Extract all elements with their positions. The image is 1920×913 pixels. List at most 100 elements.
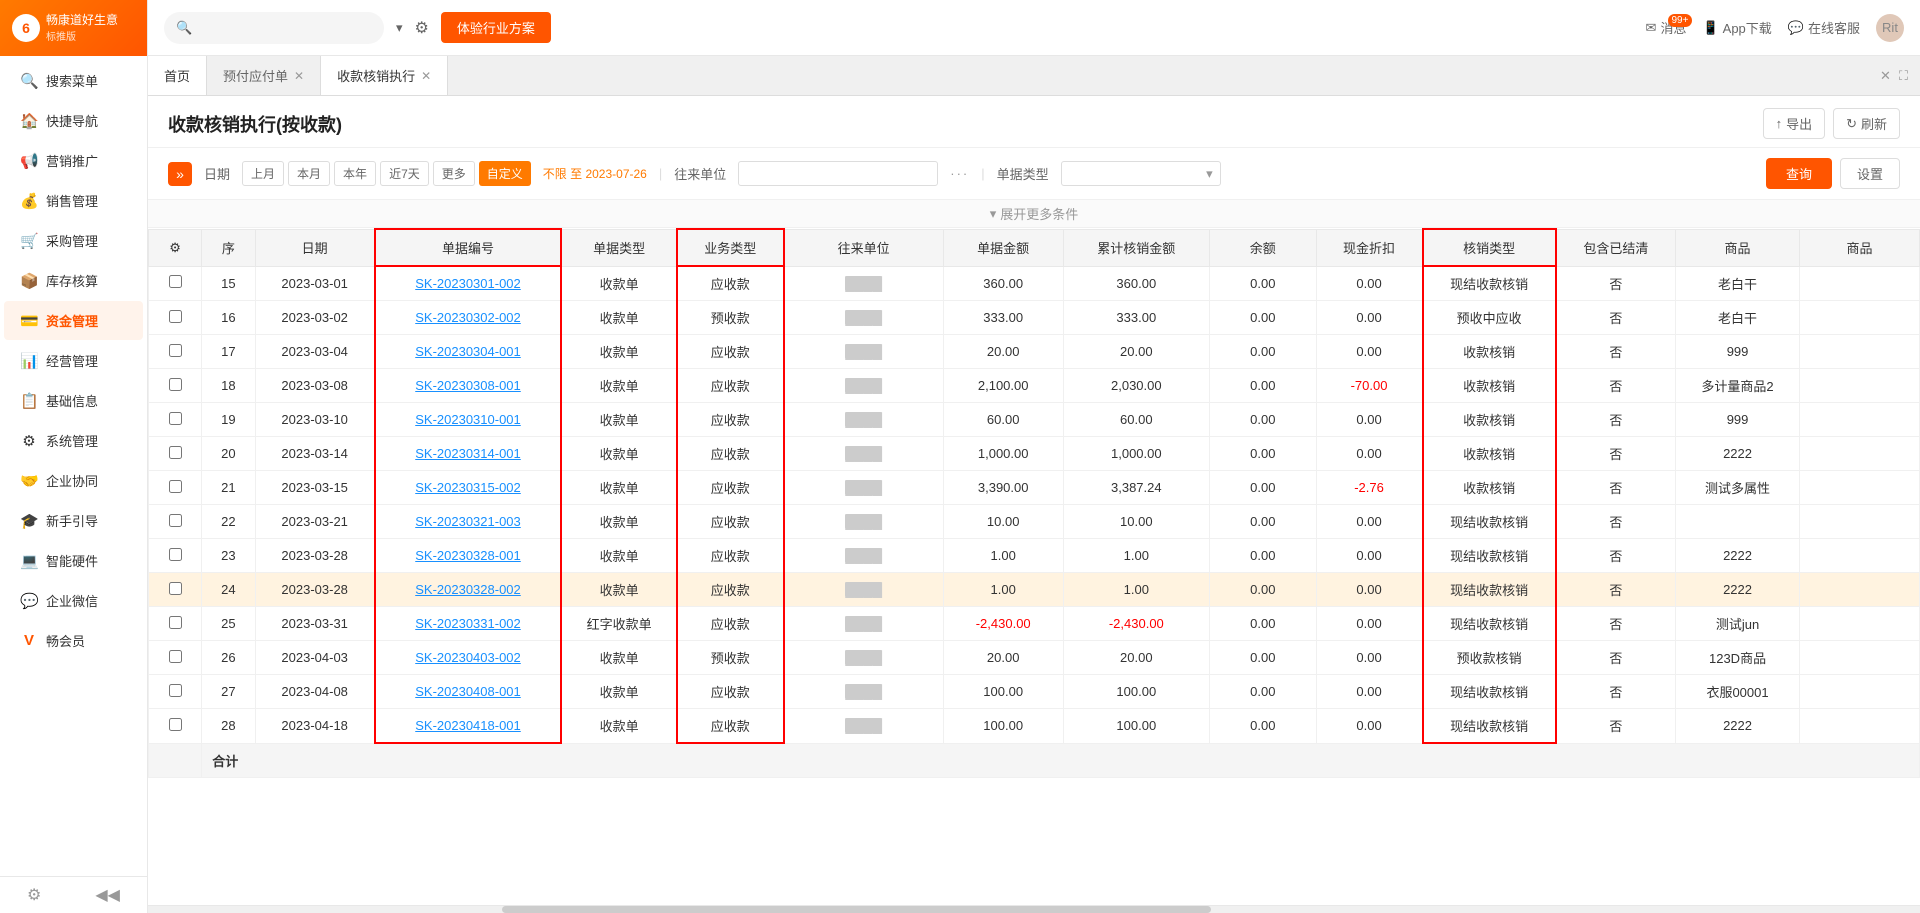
cell-checkbox[interactable] bbox=[149, 335, 202, 369]
cell-checkbox[interactable] bbox=[149, 369, 202, 403]
sidebar-item-basic[interactable]: 📋 基础信息 bbox=[4, 381, 143, 420]
scrollbar-thumb[interactable] bbox=[502, 906, 1211, 913]
sidebar-item-company[interactable]: 🤝 企业协同 bbox=[4, 461, 143, 500]
bill-no-link[interactable]: SK-20230310-001 bbox=[415, 412, 521, 427]
cell-checkbox[interactable] bbox=[149, 301, 202, 335]
date-btn-this-year[interactable]: 本年 bbox=[334, 161, 376, 186]
unit-filter-input[interactable] bbox=[738, 161, 938, 186]
cell-checkbox[interactable] bbox=[149, 505, 202, 539]
bill-no-link[interactable]: SK-20230331-002 bbox=[415, 616, 521, 631]
table-settings-icon[interactable]: ⚙ bbox=[169, 240, 181, 255]
sidebar-item-wechat[interactable]: 💬 企业微信 bbox=[4, 581, 143, 620]
date-btn-last-month[interactable]: 上月 bbox=[242, 161, 284, 186]
cell-checkbox[interactable] bbox=[149, 573, 202, 607]
bill-no-link[interactable]: SK-20230302-002 bbox=[415, 310, 521, 325]
cell-checkbox[interactable] bbox=[149, 471, 202, 505]
cell-checkbox[interactable] bbox=[149, 437, 202, 471]
sidebar-item-operations[interactable]: 📊 经营管理 bbox=[4, 341, 143, 380]
bill-no-link[interactable]: SK-20230328-001 bbox=[415, 548, 521, 563]
cell-discount: 0.00 bbox=[1316, 437, 1423, 471]
table-row[interactable]: 22 2023-03-21 SK-20230321-003 收款单 应收款 ██… bbox=[149, 505, 1920, 539]
table-row[interactable]: 21 2023-03-15 SK-20230315-002 收款单 应收款 ██… bbox=[149, 471, 1920, 505]
col-settings[interactable]: ⚙ bbox=[149, 229, 202, 266]
sidebar-item-sales[interactable]: 💰 销售管理 bbox=[4, 181, 143, 220]
tab-prepay-close[interactable]: ✕ bbox=[294, 69, 304, 83]
cell-checkbox[interactable] bbox=[149, 403, 202, 437]
cell-biz-type: 应收款 bbox=[677, 505, 784, 539]
bill-no-link[interactable]: SK-20230403-002 bbox=[415, 650, 521, 665]
bill-no-link[interactable]: SK-20230408-001 bbox=[415, 684, 521, 699]
table-row[interactable]: 28 2023-04-18 SK-20230418-001 收款单 应收款 ██… bbox=[149, 709, 1920, 744]
sidebar-item-inventory[interactable]: 📦 库存核算 bbox=[4, 261, 143, 300]
table-row[interactable]: 25 2023-03-31 SK-20230331-002 红字收款单 应收款 … bbox=[149, 607, 1920, 641]
bill-no-link[interactable]: SK-20230328-002 bbox=[415, 582, 521, 597]
bill-no-link[interactable]: SK-20230304-001 bbox=[415, 344, 521, 359]
bill-no-link[interactable]: SK-20230301-002 bbox=[415, 276, 521, 291]
table-row[interactable]: 20 2023-03-14 SK-20230314-001 收款单 应收款 ██… bbox=[149, 437, 1920, 471]
topbar-dropdown[interactable]: ▾ bbox=[396, 20, 403, 36]
bill-no-link[interactable]: SK-20230314-001 bbox=[415, 446, 521, 461]
table-row[interactable]: 16 2023-03-02 SK-20230302-002 收款单 预收款 ██… bbox=[149, 301, 1920, 335]
table-row[interactable]: 17 2023-03-04 SK-20230304-001 收款单 应收款 ██… bbox=[149, 335, 1920, 369]
table-row[interactable]: 18 2023-03-08 SK-20230308-001 收款单 应收款 ██… bbox=[149, 369, 1920, 403]
user-avatar[interactable]: Rit bbox=[1876, 14, 1904, 42]
cell-checkbox[interactable] bbox=[149, 539, 202, 573]
table-row[interactable]: 23 2023-03-28 SK-20230328-001 收款单 应收款 ██… bbox=[149, 539, 1920, 573]
date-btn-custom[interactable]: 自定义 bbox=[479, 161, 531, 186]
sidebar-item-finance[interactable]: 💳 资金管理 bbox=[4, 301, 143, 340]
cell-cancel-type: 现结收款核销 bbox=[1423, 675, 1556, 709]
cell-bill-no: SK-20230418-001 bbox=[375, 709, 561, 744]
app-download[interactable]: 📱 App下载 bbox=[1702, 18, 1771, 37]
date-btn-7days[interactable]: 近7天 bbox=[380, 161, 429, 186]
cell-checkbox[interactable] bbox=[149, 607, 202, 641]
sidebar-item-quicknav[interactable]: 🏠 快捷导航 bbox=[4, 101, 143, 140]
settings-button[interactable]: 设置 bbox=[1840, 158, 1900, 189]
tab-receipt[interactable]: 收款核销执行 ✕ bbox=[321, 56, 448, 95]
settings-bottom-icon[interactable]: ⚙ bbox=[27, 885, 41, 905]
sidebar-item-purchase[interactable]: 🛒 采购管理 bbox=[4, 221, 143, 260]
table-row[interactable]: 24 2023-03-28 SK-20230328-002 收款单 应收款 ██… bbox=[149, 573, 1920, 607]
refresh-button[interactable]: ↻ 刷新 bbox=[1833, 108, 1900, 139]
sidebar-item-member[interactable]: V 畅会员 bbox=[4, 621, 143, 660]
tab-prepay[interactable]: 预付应付单 ✕ bbox=[207, 56, 321, 95]
message-badge[interactable]: ✉ 消息 99+ bbox=[1646, 18, 1687, 37]
date-btn-this-month[interactable]: 本月 bbox=[288, 161, 330, 186]
cell-no: 19 bbox=[202, 403, 255, 437]
filter-toggle-button[interactable]: » bbox=[168, 162, 192, 186]
tab-home[interactable]: 首页 bbox=[148, 56, 207, 95]
bill-no-link[interactable]: SK-20230308-001 bbox=[415, 378, 521, 393]
export-button[interactable]: ↑ 导出 bbox=[1763, 108, 1826, 139]
filter-dots: ··· bbox=[950, 166, 969, 181]
bill-no-link[interactable]: SK-20230418-001 bbox=[415, 718, 521, 733]
online-service[interactable]: 💬 在线客服 bbox=[1788, 18, 1860, 37]
sidebar-item-guide[interactable]: 🎓 新手引导 bbox=[4, 501, 143, 540]
sidebar-item-system[interactable]: ⚙ 系统管理 bbox=[4, 421, 143, 460]
expand-bar[interactable]: ▾ 展开更多条件 bbox=[148, 200, 1920, 228]
table-row[interactable]: 15 2023-03-01 SK-20230301-002 收款单 应收款 ██… bbox=[149, 266, 1920, 301]
close-window-icon[interactable]: ✕ bbox=[1880, 68, 1891, 84]
query-button[interactable]: 查询 bbox=[1766, 158, 1832, 189]
sidebar-item-hardware[interactable]: 💻 智能硬件 bbox=[4, 541, 143, 580]
cell-checkbox[interactable] bbox=[149, 641, 202, 675]
type-filter-select[interactable] bbox=[1061, 161, 1221, 186]
table-row[interactable]: 27 2023-04-08 SK-20230408-001 收款单 应收款 ██… bbox=[149, 675, 1920, 709]
cell-checkbox[interactable] bbox=[149, 675, 202, 709]
tab-receipt-close[interactable]: ✕ bbox=[421, 69, 431, 83]
cell-amount: 100.00 bbox=[943, 709, 1063, 744]
topbar-search[interactable]: 🔍 bbox=[164, 12, 384, 44]
sidebar-item-search[interactable]: 🔍 搜索菜单 bbox=[4, 61, 143, 100]
cell-checkbox[interactable] bbox=[149, 709, 202, 744]
table-row[interactable]: 19 2023-03-10 SK-20230310-001 收款单 应收款 ██… bbox=[149, 403, 1920, 437]
bill-no-link[interactable]: SK-20230315-002 bbox=[415, 480, 521, 495]
table-row[interactable]: 26 2023-04-03 SK-20230403-002 收款单 预收款 ██… bbox=[149, 641, 1920, 675]
collapse-sidebar-icon[interactable]: ◀◀ bbox=[95, 885, 120, 905]
horizontal-scrollbar[interactable] bbox=[148, 905, 1920, 913]
date-btn-more[interactable]: 更多 bbox=[433, 161, 475, 186]
bill-no-link[interactable]: SK-20230321-003 bbox=[415, 514, 521, 529]
cell-checkbox[interactable] bbox=[149, 266, 202, 301]
gear-icon[interactable]: ⚙ bbox=[415, 18, 429, 38]
col-goods2: 商品 bbox=[1800, 229, 1920, 266]
industry-solution-button[interactable]: 体验行业方案 bbox=[441, 12, 551, 43]
maximize-icon[interactable]: ⛶ bbox=[1899, 68, 1908, 84]
sidebar-item-marketing[interactable]: 📢 营销推广 bbox=[4, 141, 143, 180]
